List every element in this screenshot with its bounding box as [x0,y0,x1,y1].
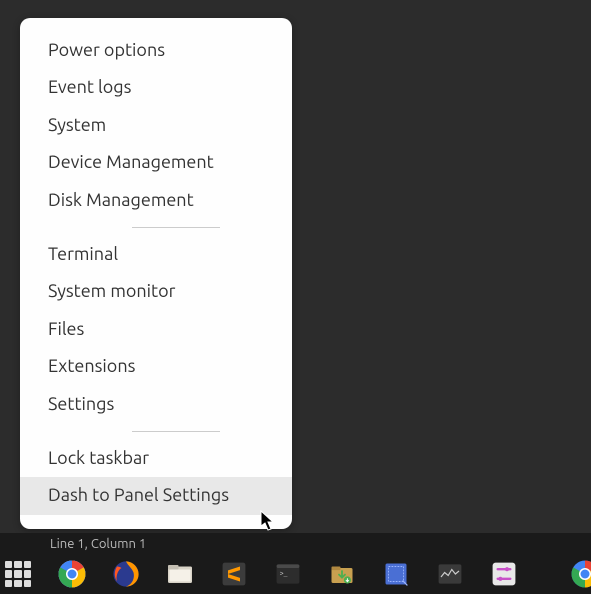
menu-terminal[interactable]: Terminal [20,236,292,273]
status-text: Line 1, Column 1 [50,537,146,551]
menu-device-management[interactable]: Device Management [20,144,292,181]
menu-settings[interactable]: Settings [20,386,292,423]
menu-files[interactable]: Files [20,311,292,348]
menu-divider [132,431,220,432]
show-applications-icon[interactable] [2,558,34,590]
svg-text:>_: >_ [280,571,288,578]
chrome-icon[interactable] [56,558,88,590]
menu-system-monitor[interactable]: System monitor [20,273,292,310]
menu-divider [132,227,220,228]
menu-event-logs[interactable]: Event logs [20,69,292,106]
menu-lock-taskbar[interactable]: Lock taskbar [20,440,292,477]
firefox-icon[interactable] [110,558,142,590]
system-monitor-icon[interactable] [434,558,466,590]
context-menu: Power options Event logs System Device M… [20,18,292,529]
status-bar: Line 1, Column 1 [0,533,591,555]
files-icon[interactable] [164,558,196,590]
menu-disk-management[interactable]: Disk Management [20,182,292,219]
tweaks-icon[interactable] [488,558,520,590]
menu-system[interactable]: System [20,107,292,144]
taskbar: >_ [0,554,591,594]
menu-extensions[interactable]: Extensions [20,348,292,385]
terminal-icon[interactable]: >_ [272,558,304,590]
downloads-icon[interactable] [326,558,358,590]
sublime-icon[interactable] [218,558,250,590]
menu-dash-to-panel-settings[interactable]: Dash to Panel Settings [20,477,292,514]
chrome-icon-2[interactable] [569,558,591,590]
screenshot-icon[interactable] [380,558,412,590]
menu-power-options[interactable]: Power options [20,32,292,69]
